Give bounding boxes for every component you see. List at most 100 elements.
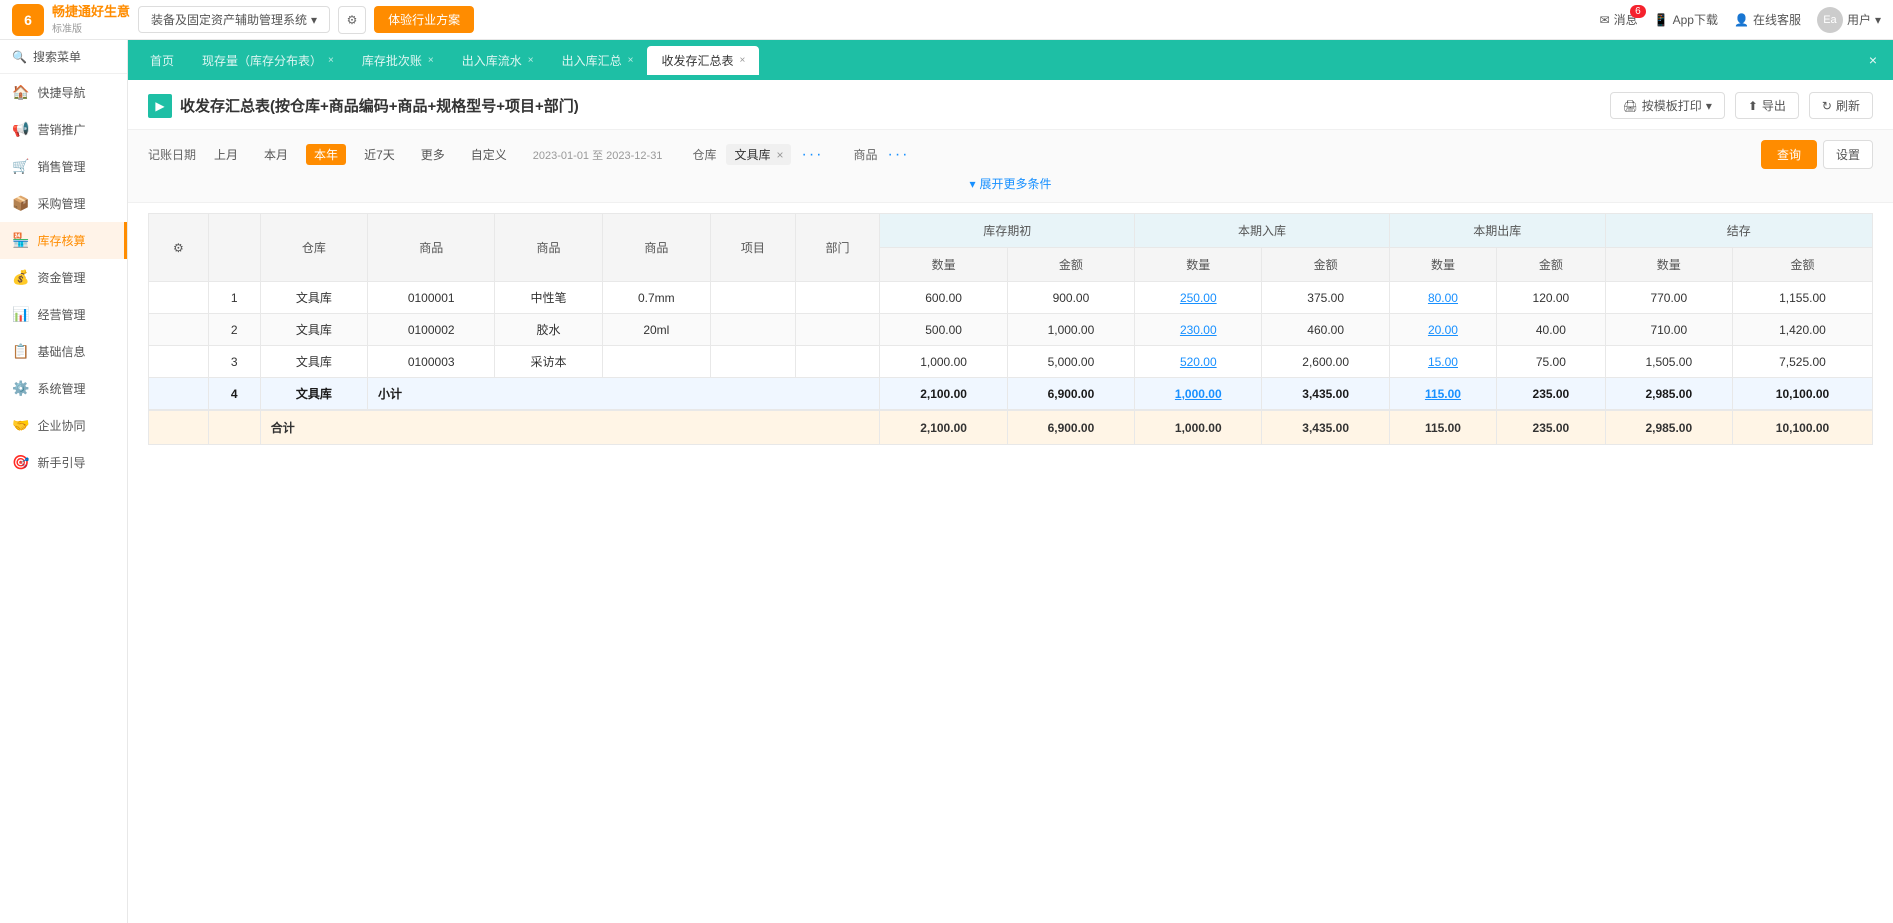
tab-in-out-summary-close[interactable]: × <box>628 55 634 66</box>
row-open-amount-cell: 900.00 <box>1007 282 1134 314</box>
sidebar-item-finance[interactable]: 💰 资金管理 <box>0 259 127 296</box>
app-tag: 标准版 <box>52 20 130 35</box>
date-custom-button[interactable]: 自定义 <box>463 144 515 165</box>
subtotal-in-qty-cell[interactable]: 1,000.00 <box>1135 378 1262 411</box>
row-project-cell <box>711 314 796 346</box>
total-out-amount-cell: 235.00 <box>1497 410 1606 445</box>
refresh-button[interactable]: ↻ 刷新 <box>1809 92 1873 119</box>
inventory-icon: 🏪 <box>12 232 29 249</box>
expand-toggle-button[interactable]: ▶ <box>148 94 172 118</box>
table-department-header: 部门 <box>795 214 880 282</box>
expand-toggle-icon: ▶ <box>155 99 164 113</box>
total-label-cell: 合计 <box>260 410 880 445</box>
row-out-amount-cell: 40.00 <box>1497 314 1606 346</box>
tab-receive-send-summary[interactable]: 收发存汇总表 × <box>647 46 759 75</box>
row-in-qty-cell[interactable]: 250.00 <box>1135 282 1262 314</box>
sidebar-item-enterprise[interactable]: 🤝 企业协同 <box>0 407 127 444</box>
table-subtotal-row: 4 文具库 小计 2,100.00 6,900.00 1,000.00 3,43… <box>149 378 1873 411</box>
search-menu-item[interactable]: 🔍 搜索菜单 <box>0 40 127 74</box>
table-settings-header[interactable]: ⚙ <box>149 214 209 282</box>
subtotal-end-amount-cell: 10,100.00 <box>1732 378 1872 411</box>
export-label: 导出 <box>1762 97 1786 114</box>
tab-batch-account-close[interactable]: × <box>428 55 434 66</box>
tab-batch-account[interactable]: 库存批次账 × <box>348 46 448 75</box>
total-in-qty-cell: 1,000.00 <box>1135 410 1262 445</box>
search-icon: 🔍 <box>12 50 27 64</box>
row-out-amount-cell: 120.00 <box>1497 282 1606 314</box>
app-download-button[interactable]: 📱 App下载 <box>1654 11 1718 28</box>
subtotal-open-qty-cell: 2,100.00 <box>880 378 1007 411</box>
expand-more-conditions-button[interactable]: ▾ 展开更多条件 <box>969 175 1051 192</box>
tab-inventory-dist[interactable]: 现存量（库存分布表） × <box>188 46 348 75</box>
sidebar-item-sales[interactable]: 🛒 销售管理 <box>0 148 127 185</box>
online-service-label: 在线客服 <box>1753 11 1801 28</box>
tab-inventory-dist-close[interactable]: × <box>328 55 334 66</box>
table-goods-spec-header: 商品 <box>602 214 710 282</box>
user-button[interactable]: Ea 用户 ▾ <box>1817 7 1881 33</box>
online-service-button[interactable]: 👤 在线客服 <box>1734 11 1801 28</box>
settings-gear-button[interactable]: ⚙ <box>338 6 366 34</box>
filter-settings-button[interactable]: 设置 <box>1823 140 1873 169</box>
export-button[interactable]: ⬆ 导出 <box>1735 92 1799 119</box>
row-end-amount-cell: 1,420.00 <box>1732 314 1872 346</box>
date-last-month-button[interactable]: 上月 <box>206 144 246 165</box>
tab-receive-send-summary-close[interactable]: × <box>739 55 745 66</box>
row-goods-spec-cell: 0.7mm <box>602 282 710 314</box>
tab-bar-close-icon[interactable]: × <box>1861 52 1885 68</box>
operations-icon: 📊 <box>12 306 29 323</box>
warehouse-tag-close[interactable]: × <box>776 148 783 162</box>
date-this-year-button[interactable]: 本年 <box>306 144 346 165</box>
export-icon: ⬆ <box>1748 99 1758 113</box>
sidebar-item-inventory[interactable]: 🏪 库存核算 <box>0 222 127 259</box>
total-no-cell <box>208 410 260 445</box>
row-out-qty-cell[interactable]: 20.00 <box>1389 314 1496 346</box>
tab-bar: 首页 现存量（库存分布表） × 库存批次账 × 出入库流水 × 出入库汇总 × <box>128 40 1893 80</box>
app-name: 畅捷通好生意 <box>52 4 130 20</box>
system-dropdown[interactable]: 装备及固定资产辅助管理系统 ▾ <box>138 6 330 33</box>
row-out-qty-cell[interactable]: 80.00 <box>1389 282 1496 314</box>
goods-more-button[interactable]: ··· <box>887 146 909 164</box>
sidebar-item-label: 新手引导 <box>37 454 85 471</box>
tab-home[interactable]: 首页 <box>136 46 188 75</box>
print-button[interactable]: 🖨 按模板打印 ▾ <box>1610 92 1725 119</box>
table-row: 1 文具库 0100001 中性笔 0.7mm 600.00 900.00 25… <box>149 282 1873 314</box>
sidebar-item-system[interactable]: ⚙️ 系统管理 <box>0 370 127 407</box>
print-label: 按模板打印 <box>1642 97 1702 114</box>
data-table: ⚙ 仓库 商品 商品 商品 项目 部门 库存期初 本期入库 本期出库 <box>148 213 1873 445</box>
logo-number: 6 <box>24 12 32 28</box>
row-in-qty-cell[interactable]: 230.00 <box>1135 314 1262 346</box>
row-end-amount-cell: 1,155.00 <box>1732 282 1872 314</box>
sidebar-item-basic[interactable]: 📋 基础信息 <box>0 333 127 370</box>
tab-in-out-flow-close[interactable]: × <box>528 55 534 66</box>
row-open-qty-cell: 500.00 <box>880 314 1007 346</box>
date-7days-button[interactable]: 近7天 <box>356 144 403 165</box>
print-icon: 🖨 <box>1623 99 1638 113</box>
date-more-button[interactable]: 更多 <box>413 144 453 165</box>
table-open-qty-header: 数量 <box>880 248 1007 282</box>
row-in-amount-cell: 2,600.00 <box>1262 346 1389 378</box>
tab-in-out-summary[interactable]: 出入库汇总 × <box>548 46 648 75</box>
row-out-qty-cell[interactable]: 15.00 <box>1389 346 1496 378</box>
sidebar-item-operations[interactable]: 📊 经营管理 <box>0 296 127 333</box>
row-in-qty-cell[interactable]: 520.00 <box>1135 346 1262 378</box>
tab-in-out-flow-label: 出入库流水 <box>462 52 522 69</box>
enterprise-icon: 🤝 <box>12 417 29 434</box>
sidebar-item-quick-nav[interactable]: 🏠 快捷导航 <box>0 74 127 111</box>
date-this-month-button[interactable]: 本月 <box>256 144 296 165</box>
experience-button[interactable]: 体验行业方案 <box>374 6 474 33</box>
sidebar-item-guide[interactable]: 🎯 新手引导 <box>0 444 127 481</box>
user-arrow-icon: ▾ <box>1875 13 1881 27</box>
query-button[interactable]: 查询 <box>1761 140 1817 169</box>
sidebar-item-marketing[interactable]: 📢 营销推广 <box>0 111 127 148</box>
page-title: 收发存汇总表(按仓库+商品编码+商品+规格型号+项目+部门) <box>180 95 579 116</box>
message-button[interactable]: ✉ 消息 6 <box>1600 11 1638 28</box>
row-goods-code-cell: 0100001 <box>368 282 495 314</box>
table-goods-name-header: 商品 <box>495 214 602 282</box>
tab-in-out-flow[interactable]: 出入库流水 × <box>448 46 548 75</box>
warehouse-more-button[interactable]: ··· <box>801 146 823 164</box>
subtotal-out-qty-cell[interactable]: 115.00 <box>1389 378 1496 411</box>
row-goods-name-cell: 采访本 <box>495 346 602 378</box>
subtotal-settings-cell <box>149 378 209 411</box>
sidebar-item-purchase[interactable]: 📦 采购管理 <box>0 185 127 222</box>
guide-icon: 🎯 <box>12 454 29 471</box>
